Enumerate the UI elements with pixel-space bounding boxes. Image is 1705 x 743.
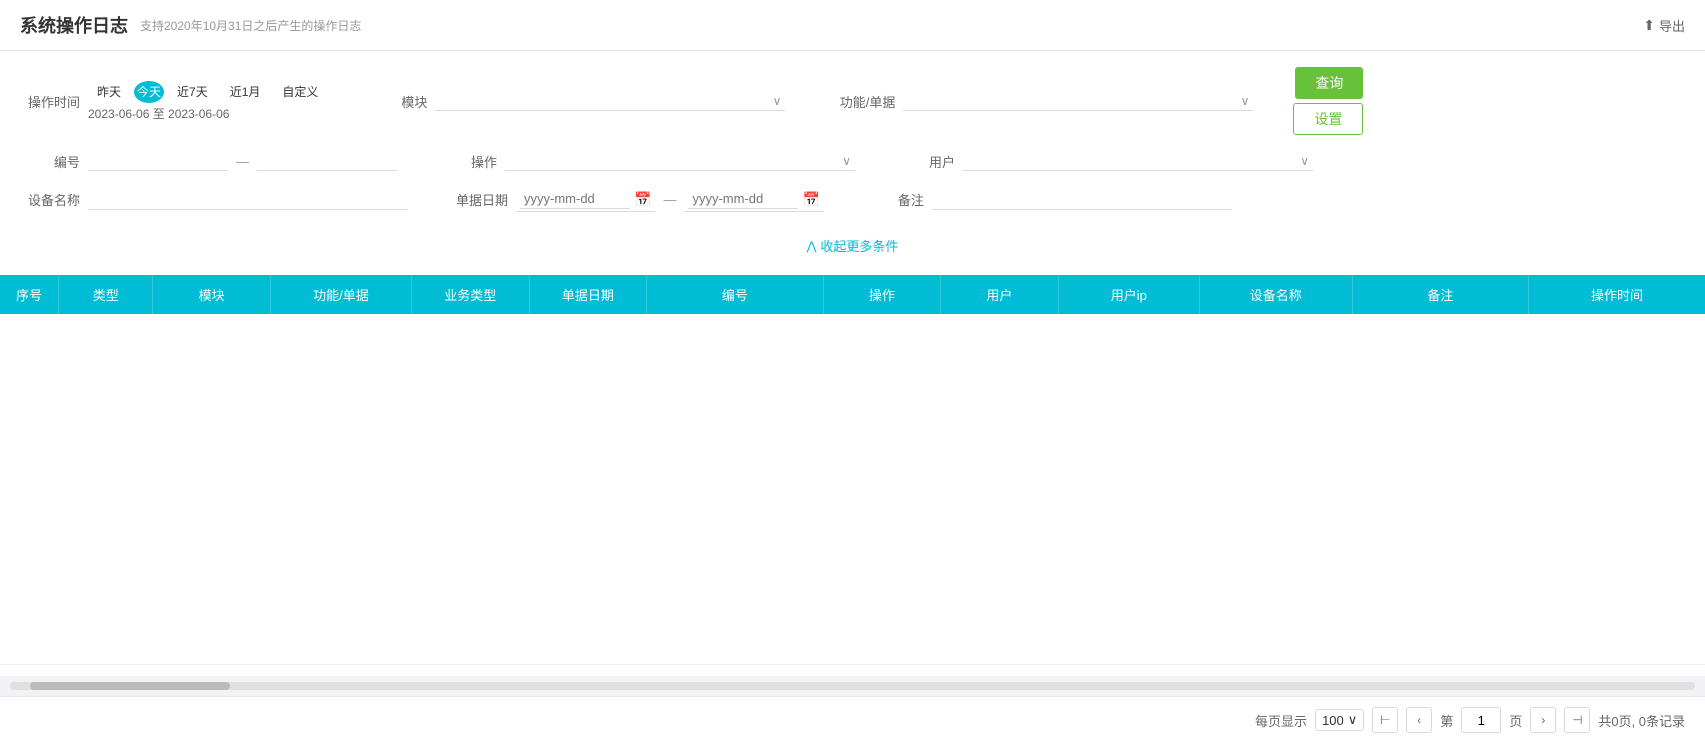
note-filter-item: 备注 [864, 190, 1232, 210]
table-header: 序号 类型 模块 功能/单据 业务类型 单据日期 编号 操作 用户 用户ip 设… [0, 275, 1705, 314]
op-chevron-icon: ∨ [842, 154, 851, 168]
device-filter-item: 设备名称 [20, 190, 408, 210]
col-header-ip: 用户ip [1058, 275, 1199, 314]
settings-button[interactable]: 设置 [1293, 103, 1363, 135]
table-container: 序号 类型 模块 功能/单据 业务类型 单据日期 编号 操作 用户 用户ip 设… [0, 275, 1705, 676]
page-size-value: 100 [1322, 713, 1344, 728]
horizontal-scrollbar[interactable] [0, 676, 1705, 696]
number-label: 编号 [20, 152, 80, 171]
number-dash: — [236, 154, 249, 169]
time-btn-today[interactable]: 今天 [134, 81, 164, 103]
time-label: 操作时间 [20, 92, 80, 111]
filter-row-3: 设备名称 单据日期 📅 — 📅 备注 [20, 187, 1685, 212]
op-label: 操作 [437, 152, 497, 171]
func-chevron-icon: ∨ [1241, 94, 1250, 108]
col-header-device: 设备名称 [1199, 275, 1352, 314]
col-header-code: 编号 [647, 275, 823, 314]
table-header-row: 序号 类型 模块 功能/单据 业务类型 单据日期 编号 操作 用户 用户ip 设… [0, 275, 1705, 314]
col-header-type: 类型 [59, 275, 153, 314]
func-filter-item: 功能/单据 ∨ [825, 92, 1253, 111]
date-from-calendar-icon[interactable]: 📅 [634, 191, 651, 208]
device-input[interactable] [88, 190, 408, 210]
table-body [0, 314, 1705, 664]
page-number-input[interactable] [1461, 707, 1501, 733]
page-size-chevron-icon: ∨ [1348, 712, 1358, 728]
module-label: 模块 [367, 92, 427, 111]
date-from-input[interactable] [520, 189, 630, 209]
doc-date-label: 单据日期 [448, 190, 508, 209]
doc-date-filter-item: 单据日期 📅 — 📅 [448, 187, 824, 212]
action-buttons: 查询 设置 [1293, 67, 1363, 135]
export-button[interactable]: ⬆ 导出 [1643, 16, 1685, 35]
page-size-select[interactable]: 100 ∨ [1315, 709, 1364, 731]
user-label: 用户 [895, 152, 955, 171]
col-header-module: 模块 [153, 275, 271, 314]
number-to-input[interactable] [257, 151, 397, 171]
device-label: 设备名称 [20, 190, 80, 209]
func-label: 功能/单据 [825, 92, 895, 111]
number-filter-item: 编号 — [20, 151, 397, 171]
page-header: 系统操作日志 支持2020年10月31日之后产生的操作日志 ⬆ 导出 [0, 0, 1705, 51]
op-select[interactable]: ∨ [505, 152, 855, 171]
page-title: 系统操作日志 [20, 12, 128, 38]
time-btn-custom[interactable]: 自定义 [273, 80, 327, 103]
user-chevron-icon: ∨ [1300, 154, 1309, 168]
empty-cell [0, 314, 1705, 664]
time-filter-wrap: 昨天 今天 近7天 近1月 自定义 2023-06-06 至 2023-06-0… [88, 80, 327, 122]
filter-row-2: 编号 — 操作 ∨ 用户 ∨ [20, 151, 1685, 171]
user-filter-item: 用户 ∨ [895, 152, 1313, 171]
next-page-button[interactable]: › [1530, 707, 1556, 733]
page-label: 页 [1509, 711, 1522, 730]
collapse-icon: ⋀ [807, 239, 817, 253]
number-from-input[interactable] [88, 151, 228, 171]
page-subtitle: 支持2020年10月31日之后产生的操作日志 [140, 17, 361, 34]
col-header-op: 操作 [823, 275, 941, 314]
date-to-wrap: 📅 [684, 187, 823, 212]
empty-row [0, 314, 1705, 664]
pagination-bar: 每页显示 100 ∨ ⊢ ‹ 第 页 › ⊣ 共0页, 0条记录 [0, 696, 1705, 743]
collapse-row: ⋀ 收起更多条件 [20, 228, 1685, 259]
data-table: 序号 类型 模块 功能/单据 业务类型 单据日期 编号 操作 用户 用户ip 设… [0, 275, 1705, 665]
col-header-time: 操作时间 [1529, 275, 1705, 314]
module-chevron-icon: ∨ [773, 94, 782, 108]
time-btn-7days[interactable]: 近7天 [168, 80, 217, 103]
date-to-calendar-icon[interactable]: 📅 [802, 191, 819, 208]
op-filter-item: 操作 ∨ [437, 152, 855, 171]
total-label: 共0页, 0条记录 [1598, 711, 1685, 730]
func-select[interactable]: ∨ [903, 92, 1253, 111]
filter-row-1: 操作时间 昨天 今天 近7天 近1月 自定义 2023-06-06 至 2023… [20, 67, 1685, 135]
query-button[interactable]: 查询 [1295, 67, 1363, 99]
note-label: 备注 [864, 190, 924, 209]
collapse-label: 收起更多条件 [820, 236, 898, 255]
col-header-user: 用户 [941, 275, 1059, 314]
time-btn-yesterday[interactable]: 昨天 [88, 80, 130, 103]
date-to-input[interactable] [688, 189, 798, 209]
export-label: 导出 [1659, 16, 1685, 35]
user-select[interactable]: ∨ [963, 152, 1313, 171]
date-dash: — [663, 192, 676, 207]
last-page-button[interactable]: ⊣ [1564, 707, 1590, 733]
scrollbar-track [10, 682, 1695, 690]
col-header-note: 备注 [1352, 275, 1528, 314]
date-from-wrap: 📅 [516, 187, 655, 212]
first-page-button[interactable]: ⊢ [1372, 707, 1398, 733]
col-header-num: 序号 [0, 275, 59, 314]
scrollbar-thumb[interactable] [30, 682, 230, 690]
module-select[interactable]: ∨ [435, 92, 785, 111]
note-input[interactable] [932, 190, 1232, 210]
module-filter-item: 模块 ∨ [367, 92, 785, 111]
page-first-label: 第 [1440, 711, 1453, 730]
filter-area: 操作时间 昨天 今天 近7天 近1月 自定义 2023-06-06 至 2023… [0, 51, 1705, 275]
col-header-biz: 业务类型 [412, 275, 530, 314]
col-header-date: 单据日期 [529, 275, 647, 314]
time-btn-1month[interactable]: 近1月 [221, 80, 270, 103]
export-icon: ⬆ [1643, 17, 1655, 34]
page-size-label: 每页显示 [1255, 711, 1307, 730]
col-header-func: 功能/单据 [270, 275, 411, 314]
collapse-button[interactable]: ⋀ 收起更多条件 [807, 236, 899, 255]
time-filter-item: 操作时间 昨天 今天 近7天 近1月 自定义 2023-06-06 至 2023… [20, 80, 327, 122]
date-range-display: 2023-06-06 至 2023-06-06 [88, 105, 327, 122]
prev-page-button[interactable]: ‹ [1406, 707, 1432, 733]
